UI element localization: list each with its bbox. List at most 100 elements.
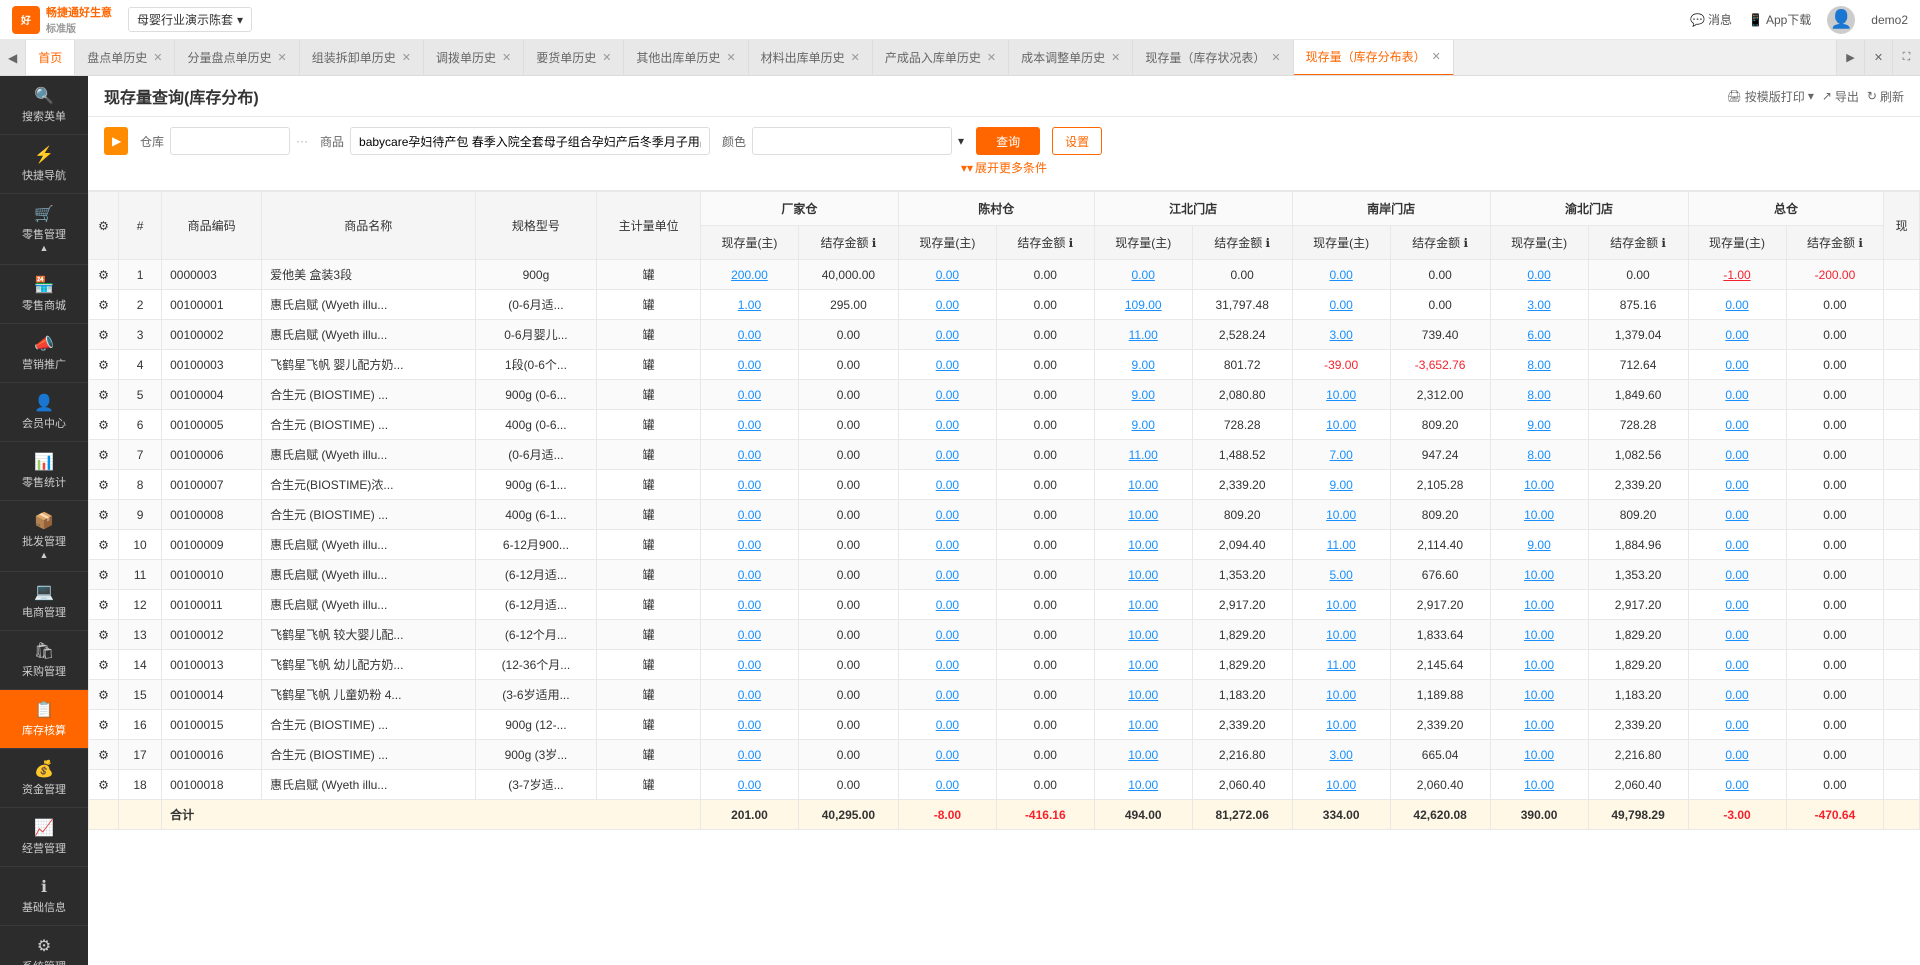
fac-stock-link[interactable]: 0.00 <box>738 448 761 462</box>
jb-stock-link[interactable]: 11.00 <box>1129 448 1158 462</box>
tab-expand-button[interactable]: ⛶ <box>1892 40 1920 76</box>
jb-stock-link[interactable]: 109.00 <box>1125 298 1162 312</box>
na-stock-link[interactable]: 9.00 <box>1329 478 1352 492</box>
jb-stock-link[interactable]: 10.00 <box>1128 628 1158 642</box>
tot-stock-link[interactable]: 0.00 <box>1725 688 1748 702</box>
chen-stock-link[interactable]: 0.00 <box>936 448 959 462</box>
tot-stock-link[interactable]: 0.00 <box>1725 508 1748 522</box>
tot-stock-link[interactable]: 0.00 <box>1725 628 1748 642</box>
na-stock-link[interactable]: 10.00 <box>1326 778 1356 792</box>
jb-stock-link[interactable]: 10.00 <box>1128 778 1158 792</box>
fac-stock-link[interactable]: 0.00 <box>738 388 761 402</box>
jb-stock-link[interactable]: 10.00 <box>1128 718 1158 732</box>
jb-stock-link[interactable]: 10.00 <box>1128 508 1158 522</box>
fac-stock-link[interactable]: 0.00 <box>738 718 761 732</box>
jb-stock-link[interactable]: 10.00 <box>1128 748 1158 762</box>
tot-stock-link[interactable]: -1.00 <box>1723 268 1750 282</box>
yb-stock-link[interactable]: 10.00 <box>1524 688 1554 702</box>
fac-stock-link[interactable]: 0.00 <box>738 478 761 492</box>
na-stock-link[interactable]: 0.00 <box>1329 298 1352 312</box>
chen-stock-link[interactable]: 0.00 <box>936 508 959 522</box>
avatar[interactable]: 👤 <box>1827 6 1855 34</box>
tab-close-icon[interactable]: ✕ <box>1111 51 1120 64</box>
tab-item-1[interactable]: 盘点单历史✕ <box>75 40 175 76</box>
jb-stock-link[interactable]: 10.00 <box>1128 568 1158 582</box>
fac-stock-link[interactable]: 0.00 <box>738 628 761 642</box>
na-stock-link[interactable]: 10.00 <box>1326 718 1356 732</box>
na-stock-link[interactable]: 11.00 <box>1327 658 1356 672</box>
tab-close-all-button[interactable]: ✕ <box>1864 40 1892 76</box>
tab-item-9[interactable]: 成本调整单历史✕ <box>1009 40 1133 76</box>
chen-stock-link[interactable]: 0.00 <box>936 688 959 702</box>
sidebar-item-0[interactable]: 🔍搜索英单 <box>0 76 88 135</box>
color-input[interactable] <box>752 127 952 155</box>
tab-item-11[interactable]: 现存量（库存分布表）✕ <box>1294 40 1454 76</box>
na-stock-link[interactable]: -39.00 <box>1324 358 1358 372</box>
tab-item-0[interactable]: 首页 <box>26 40 75 76</box>
tot-stock-link[interactable]: 0.00 <box>1725 358 1748 372</box>
refresh-button[interactable]: ↻ 刷新 <box>1867 88 1904 105</box>
sidebar-item-9[interactable]: 🛍采购管理 <box>0 631 88 690</box>
jb-stock-link[interactable]: 10.00 <box>1128 688 1158 702</box>
yb-stock-link[interactable]: 10.00 <box>1524 478 1554 492</box>
jb-stock-link[interactable]: 10.00 <box>1128 478 1158 492</box>
fac-stock-link[interactable]: 0.00 <box>738 358 761 372</box>
chen-stock-link[interactable]: 0.00 <box>936 418 959 432</box>
tot-stock-link[interactable]: 0.00 <box>1725 748 1748 762</box>
chen-stock-link[interactable]: 0.00 <box>936 388 959 402</box>
filter-toggle-button[interactable]: ▶ <box>104 127 128 155</box>
yb-stock-link[interactable]: 0.00 <box>1527 268 1550 282</box>
chen-stock-link[interactable]: 0.00 <box>936 478 959 492</box>
industry-selector[interactable]: 母婴行业演示陈套 ▾ <box>128 7 252 32</box>
print-button[interactable]: 🖨 按模版打印 ▾ <box>1727 88 1814 105</box>
na-stock-link[interactable]: 10.00 <box>1326 688 1356 702</box>
yb-stock-link[interactable]: 8.00 <box>1527 388 1550 402</box>
yb-stock-link[interactable]: 8.00 <box>1527 358 1550 372</box>
warehouse-input[interactable] <box>170 127 290 155</box>
fac-stock-link[interactable]: 1.00 <box>738 298 761 312</box>
chen-stock-link[interactable]: 0.00 <box>936 568 959 582</box>
query-button[interactable]: 查询 <box>976 127 1040 155</box>
na-stock-link[interactable]: 10.00 <box>1326 388 1356 402</box>
tot-stock-link[interactable]: 0.00 <box>1725 298 1748 312</box>
tab-item-10[interactable]: 现存量（库存状况表）✕ <box>1133 40 1293 76</box>
tab-item-8[interactable]: 产成品入库单历史✕ <box>873 40 1009 76</box>
yb-stock-link[interactable]: 10.00 <box>1524 778 1554 792</box>
tab-close-icon[interactable]: ✕ <box>726 51 735 64</box>
chen-stock-link[interactable]: 0.00 <box>936 598 959 612</box>
tab-item-7[interactable]: 材料出库单历史✕ <box>749 40 873 76</box>
na-stock-link[interactable]: 5.00 <box>1329 568 1352 582</box>
fac-stock-link[interactable]: 200.00 <box>731 268 768 282</box>
sidebar-item-14[interactable]: ⚙系统管理 <box>0 926 88 965</box>
yb-stock-link[interactable]: 3.00 <box>1527 298 1550 312</box>
chen-stock-link[interactable]: 0.00 <box>936 298 959 312</box>
yb-stock-link[interactable]: 10.00 <box>1524 508 1554 522</box>
sidebar-item-2[interactable]: 🛒零售管理▲ <box>0 194 88 265</box>
chen-stock-link[interactable]: 0.00 <box>936 748 959 762</box>
expand-conditions-button[interactable]: ▾▾ 展开更多条件 <box>961 159 1047 176</box>
yb-stock-link[interactable]: 9.00 <box>1527 538 1550 552</box>
chen-stock-link[interactable]: 0.00 <box>936 268 959 282</box>
tab-item-3[interactable]: 组装拆卸单历史✕ <box>300 40 424 76</box>
tab-close-icon[interactable]: ✕ <box>153 51 162 64</box>
jb-stock-link[interactable]: 11.00 <box>1129 328 1158 342</box>
yb-stock-link[interactable]: 10.00 <box>1524 598 1554 612</box>
yb-stock-link[interactable]: 10.00 <box>1524 718 1554 732</box>
tot-stock-link[interactable]: 0.00 <box>1725 388 1748 402</box>
tab-item-5[interactable]: 要货单历史✕ <box>524 40 624 76</box>
jb-stock-link[interactable]: 9.00 <box>1132 388 1155 402</box>
tab-item-6[interactable]: 其他出库单历史✕ <box>624 40 748 76</box>
fac-stock-link[interactable]: 0.00 <box>738 418 761 432</box>
jb-stock-link[interactable]: 10.00 <box>1128 598 1158 612</box>
fac-stock-link[interactable]: 0.00 <box>738 328 761 342</box>
sidebar-item-5[interactable]: 👤会员中心 <box>0 383 88 442</box>
na-stock-link[interactable]: 10.00 <box>1326 508 1356 522</box>
chen-stock-link[interactable]: 0.00 <box>936 778 959 792</box>
chen-stock-link[interactable]: 0.00 <box>936 718 959 732</box>
fac-stock-link[interactable]: 0.00 <box>738 658 761 672</box>
tot-stock-link[interactable]: 0.00 <box>1725 328 1748 342</box>
na-stock-link[interactable]: 11.00 <box>1327 538 1356 552</box>
sidebar-item-7[interactable]: 📦批发管理▲ <box>0 501 88 572</box>
sidebar-item-10[interactable]: 📋库存核算 <box>0 690 88 749</box>
na-stock-link[interactable]: 3.00 <box>1329 328 1352 342</box>
